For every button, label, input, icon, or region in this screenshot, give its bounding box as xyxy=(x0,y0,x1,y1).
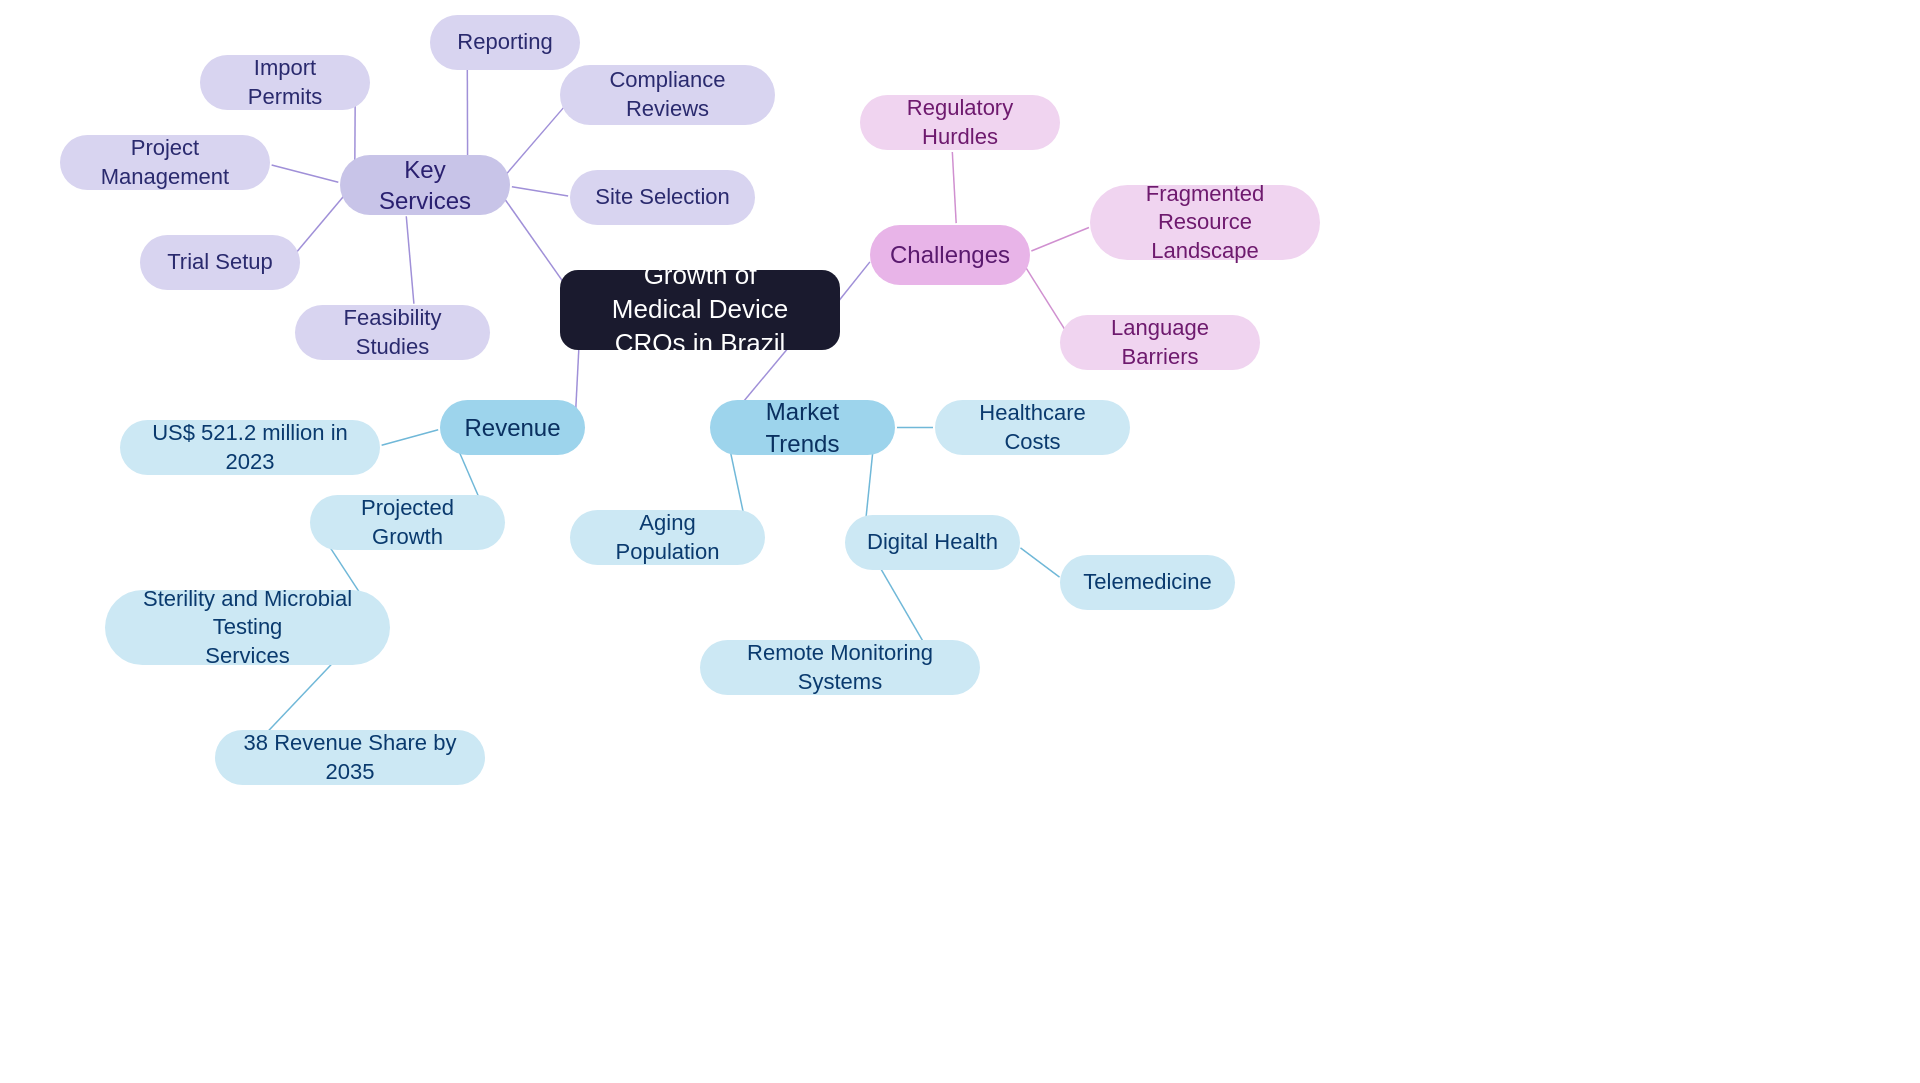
challenges-node: Challenges xyxy=(870,225,1030,285)
us-revenue-label: US$ 521.2 million in 2023 xyxy=(142,419,358,476)
svg-line-8 xyxy=(839,262,870,301)
language-barriers-node: Language Barriers xyxy=(1060,315,1260,370)
us-revenue-node: US$ 521.2 million in 2023 xyxy=(120,420,380,475)
project-management-label: Project Management xyxy=(82,134,248,191)
site-selection-node: Site Selection xyxy=(570,170,755,225)
project-management-node: Project Management xyxy=(60,135,270,190)
regulatory-hurdles-node: Regulatory Hurdles xyxy=(860,95,1060,150)
svg-line-13 xyxy=(382,430,439,446)
svg-line-21 xyxy=(1020,548,1059,577)
sterility-node: Sterility and Microbial Testing Services xyxy=(105,590,390,665)
trial-setup-node: Trial Setup xyxy=(140,235,300,290)
svg-line-0 xyxy=(504,198,571,292)
import-permits-node: Import Permits xyxy=(200,55,370,110)
projected-growth-label: Projected Growth xyxy=(332,494,483,551)
aging-population-node: Aging Population xyxy=(570,510,765,565)
language-barriers-label: Language Barriers xyxy=(1082,314,1238,371)
reporting-label: Reporting xyxy=(457,28,552,57)
center-label: Growth of Medical Device CROs in Brazil xyxy=(596,259,804,360)
key-services-label: Key Services xyxy=(362,154,488,216)
svg-line-11 xyxy=(1026,267,1066,331)
revenue-share-node: 38 Revenue Share by 2035 xyxy=(215,730,485,785)
revenue-share-label: 38 Revenue Share by 2035 xyxy=(237,729,463,786)
market-trends-node: Market Trends xyxy=(710,400,895,455)
svg-line-3 xyxy=(272,165,339,182)
remote-monitoring-node: Remote Monitoring Systems xyxy=(700,640,980,695)
revenue-node: Revenue xyxy=(440,400,585,455)
fragmented-label: Fragmented Resource Landscape xyxy=(1112,180,1298,266)
svg-line-22 xyxy=(879,566,924,644)
center-node: Growth of Medical Device CROs in Brazil xyxy=(560,270,840,350)
svg-line-9 xyxy=(952,152,956,223)
svg-line-6 xyxy=(507,106,565,174)
reporting-node: Reporting xyxy=(430,15,580,70)
sterility-label: Sterility and Microbial Testing Services xyxy=(127,585,368,671)
svg-line-7 xyxy=(512,187,568,196)
revenue-label: Revenue xyxy=(464,412,560,443)
digital-health-node: Digital Health xyxy=(845,515,1020,570)
challenges-label: Challenges xyxy=(890,239,1010,270)
site-selection-label: Site Selection xyxy=(595,183,730,212)
fragmented-node: Fragmented Resource Landscape xyxy=(1090,185,1320,260)
import-permits-label: Import Permits xyxy=(222,54,348,111)
compliance-reviews-node: Compliance Reviews xyxy=(560,65,775,125)
telemedicine-label: Telemedicine xyxy=(1083,568,1211,597)
telemedicine-node: Telemedicine xyxy=(1060,555,1235,610)
compliance-reviews-label: Compliance Reviews xyxy=(582,66,753,123)
market-trends-label: Market Trends xyxy=(732,396,873,458)
key-services-node: Key Services xyxy=(340,155,510,215)
svg-line-10 xyxy=(1031,227,1089,250)
svg-line-5 xyxy=(406,216,414,303)
feasibility-studies-node: Feasibility Studies xyxy=(295,305,490,360)
svg-line-4 xyxy=(297,196,344,252)
remote-monitoring-label: Remote Monitoring Systems xyxy=(722,639,958,696)
feasibility-studies-label: Feasibility Studies xyxy=(317,304,468,361)
aging-population-label: Aging Population xyxy=(592,509,743,566)
regulatory-hurdles-label: Regulatory Hurdles xyxy=(882,94,1038,151)
healthcare-costs-node: Healthcare Costs xyxy=(935,400,1130,455)
digital-health-label: Digital Health xyxy=(867,528,998,557)
projected-growth-node: Projected Growth xyxy=(310,495,505,550)
healthcare-costs-label: Healthcare Costs xyxy=(957,399,1108,456)
trial-setup-label: Trial Setup xyxy=(167,248,273,277)
